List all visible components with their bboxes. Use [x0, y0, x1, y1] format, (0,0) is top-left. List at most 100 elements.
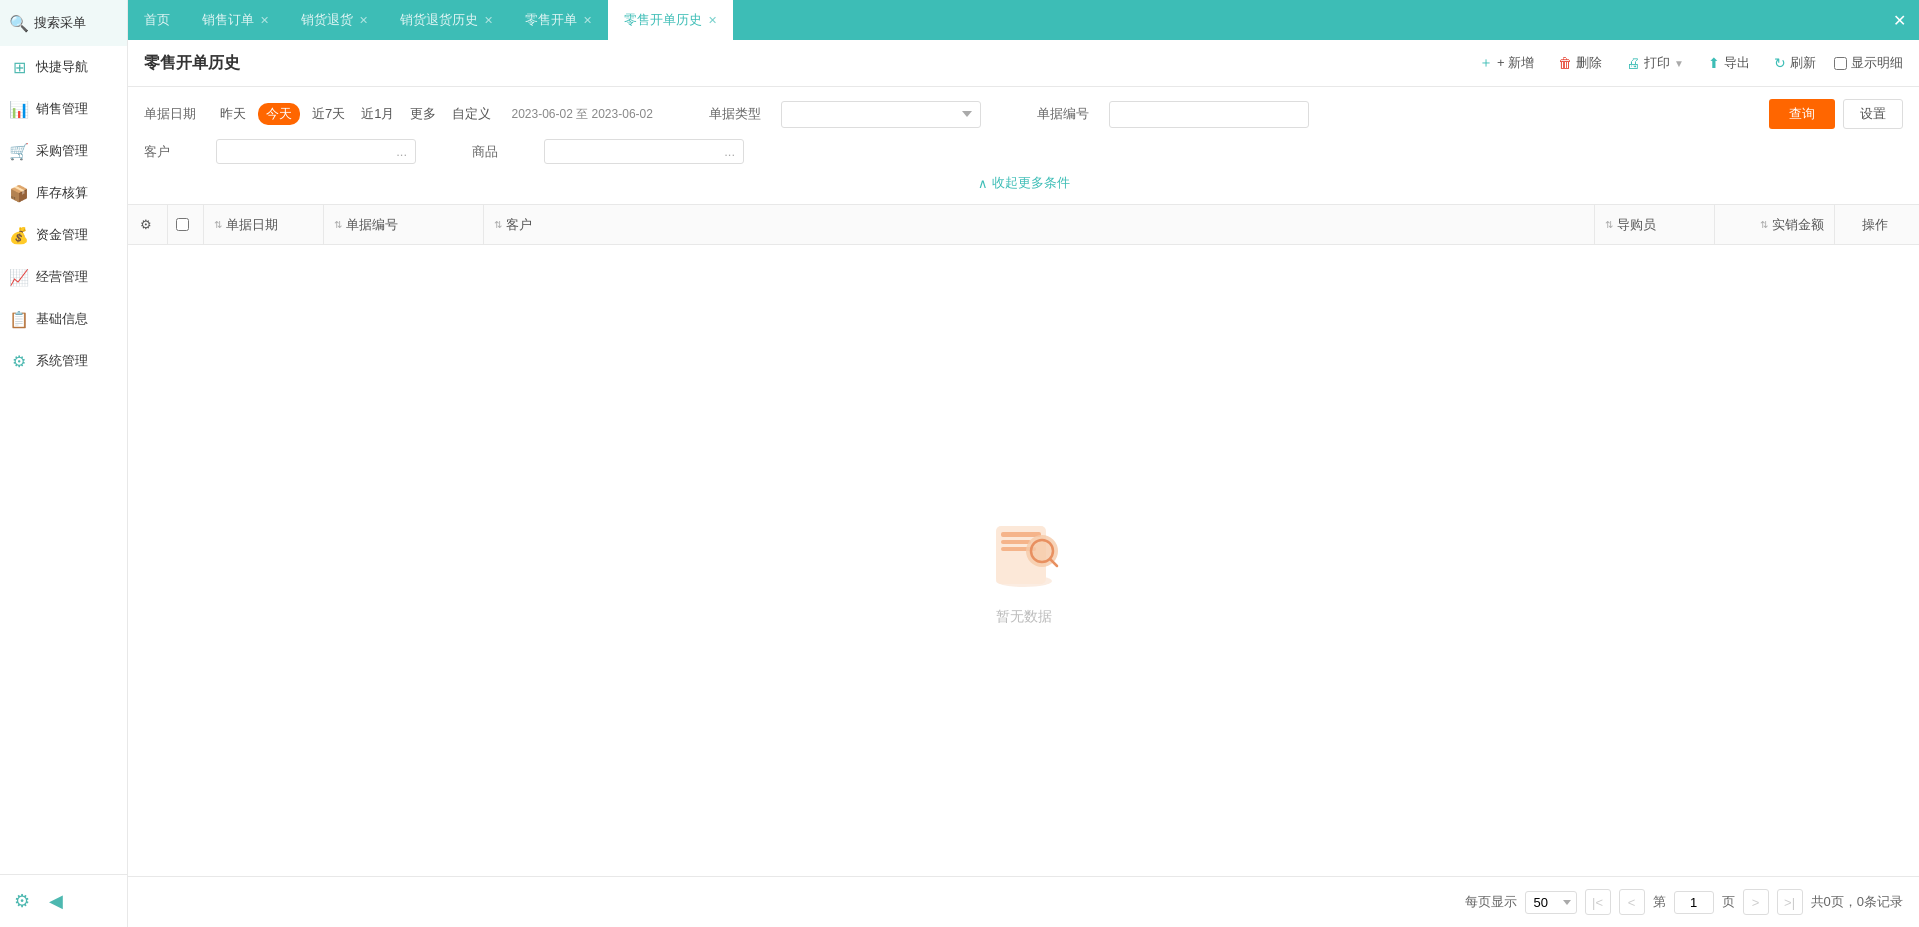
collapse-icon: ∧	[978, 176, 988, 191]
sort-date-icon[interactable]: ⇅	[214, 219, 222, 230]
sidebar-item-purchase-mgmt[interactable]: 🛒 采购管理	[0, 130, 127, 172]
empty-state: 暂无数据	[128, 245, 1919, 876]
last-page-button[interactable]: >|	[1777, 889, 1803, 915]
sidebar-item-basic-info[interactable]: 📋 基础信息	[0, 298, 127, 340]
prev-page-button[interactable]: <	[1619, 889, 1645, 915]
per-page-select[interactable]: 20 50 100 200	[1525, 891, 1577, 914]
date-opt-yesterday[interactable]: 昨天	[216, 103, 250, 125]
tab-sales-return-history-close[interactable]: ✕	[484, 14, 493, 27]
date-opt-1month[interactable]: 近1月	[357, 103, 398, 125]
sidebar-item-system-mgmt[interactable]: ⚙ 系统管理	[0, 340, 127, 382]
customer-filter-dots[interactable]: ...	[396, 144, 407, 159]
no-filter-input[interactable]	[1109, 101, 1309, 128]
sidebar-search[interactable]: 🔍 搜索采单	[0, 0, 127, 46]
sales-mgmt-icon: 📊	[10, 100, 28, 118]
tab-sales-return-close[interactable]: ✕	[359, 14, 368, 27]
customer-filter-label: 客户	[144, 143, 200, 161]
print-button[interactable]: 🖨 打印 ▼	[1620, 50, 1690, 76]
sidebar-bottom: ⚙ ◀	[0, 874, 127, 927]
goods-filter-dots[interactable]: ...	[724, 144, 735, 159]
sidebar-item-sales-mgmt[interactable]: 📊 销售管理	[0, 88, 127, 130]
svg-rect-2	[1001, 532, 1041, 537]
tab-retail-open-history-close[interactable]: ✕	[708, 14, 717, 27]
tab-sales-return-history[interactable]: 销货退货历史 ✕	[384, 0, 509, 40]
print-label: 打印	[1644, 54, 1670, 72]
finance-icon: 💰	[10, 226, 28, 244]
sidebar-item-label: 采购管理	[36, 142, 88, 160]
date-opt-7days[interactable]: 近7天	[308, 103, 349, 125]
sort-amount-icon[interactable]: ⇅	[1760, 219, 1768, 230]
export-button[interactable]: ⬆ 导出	[1702, 50, 1756, 76]
sidebar-search-label: 搜索采单	[34, 14, 86, 32]
collapse-filter-bar[interactable]: ∧ 收起更多条件	[144, 174, 1903, 192]
date-opt-custom[interactable]: 自定义	[448, 103, 495, 125]
th-settings[interactable]: ⚙	[132, 205, 168, 244]
tab-home[interactable]: 首页	[128, 0, 186, 40]
export-icon: ⬆	[1708, 55, 1720, 71]
sidebar-item-quick-nav[interactable]: ⊞ 快捷导航	[0, 46, 127, 88]
collapse-sidebar-icon[interactable]: ◀	[44, 889, 68, 913]
display-detail-input[interactable]	[1834, 57, 1847, 70]
display-detail-checkbox[interactable]: 显示明细	[1834, 54, 1903, 72]
sort-customer-icon[interactable]: ⇅	[494, 219, 502, 230]
th-guide[interactable]: ⇅ 导购员	[1595, 205, 1715, 244]
type-filter-select[interactable]	[781, 101, 981, 128]
select-all-checkbox[interactable]	[176, 218, 189, 231]
page-input[interactable]	[1674, 891, 1714, 914]
window-close-button[interactable]: ✕	[1879, 0, 1919, 40]
th-guide-label: 导购员	[1617, 216, 1656, 234]
per-page-label: 每页显示	[1465, 893, 1517, 911]
svg-rect-3	[1001, 540, 1031, 544]
tab-retail-open[interactable]: 零售开单 ✕	[509, 0, 608, 40]
tab-sales-return[interactable]: 销货退货 ✕	[285, 0, 384, 40]
sort-no-icon[interactable]: ⇅	[334, 219, 342, 230]
date-opt-more[interactable]: 更多	[406, 103, 440, 125]
gear-icon: ⚙	[140, 217, 152, 232]
filter-date-options: 昨天 今天 近7天 近1月 更多 自定义	[216, 103, 495, 125]
settings-button[interactable]: 设置	[1843, 99, 1903, 129]
th-customer[interactable]: ⇅ 客户	[484, 205, 1595, 244]
empty-illustration	[974, 496, 1074, 596]
first-page-button[interactable]: |<	[1585, 889, 1611, 915]
collapse-label: 收起更多条件	[992, 174, 1070, 192]
refresh-button[interactable]: ↻ 刷新	[1768, 50, 1822, 76]
page-title: 零售开单历史	[144, 53, 240, 74]
filter-row-1: 单据日期 昨天 今天 近7天 近1月 更多 自定义 2023-06-02 至 2…	[144, 99, 1903, 129]
main-area: 首页 销售订单 ✕ 销货退货 ✕ 销货退货历史 ✕ 零售开单 ✕ 零售开单历史 …	[128, 0, 1919, 927]
tab-retail-open-history[interactable]: 零售开单历史 ✕	[608, 0, 733, 40]
tab-retail-open-close[interactable]: ✕	[583, 14, 592, 27]
settings-bottom-icon[interactable]: ⚙	[10, 889, 34, 913]
th-customer-label: 客户	[506, 216, 532, 234]
delete-button[interactable]: 🗑 删除	[1552, 50, 1608, 76]
tab-retail-open-label: 零售开单	[525, 11, 577, 29]
th-amount[interactable]: ⇅ 实销金额	[1715, 205, 1835, 244]
tab-sales-return-history-label: 销货退货历史	[400, 11, 478, 29]
th-checkbox[interactable]	[168, 205, 204, 244]
add-label: + 新增	[1497, 54, 1534, 72]
print-dropdown-icon: ▼	[1674, 58, 1684, 69]
sidebar-item-inventory[interactable]: 📦 库存核算	[0, 172, 127, 214]
sidebar-item-finance[interactable]: 💰 资金管理	[0, 214, 127, 256]
page-label: 第	[1653, 893, 1666, 911]
tab-sales-order[interactable]: 销售订单 ✕	[186, 0, 285, 40]
tab-home-label: 首页	[144, 11, 170, 29]
sidebar: 🔍 搜索采单 ⊞ 快捷导航 📊 销售管理 🛒 采购管理 📦 库存核算 💰 资金管…	[0, 0, 128, 927]
sidebar-item-label: 资金管理	[36, 226, 88, 244]
next-page-button[interactable]: >	[1743, 889, 1769, 915]
tab-sales-order-close[interactable]: ✕	[260, 14, 269, 27]
th-amount-label: 实销金额	[1772, 216, 1824, 234]
delete-label: 删除	[1576, 54, 1602, 72]
add-button[interactable]: ＋ + 新增	[1473, 50, 1540, 76]
table-area: ⚙ ⇅ 单据日期 ⇅ 单据编号 ⇅ 客户 ⇅	[128, 205, 1919, 927]
sort-guide-icon[interactable]: ⇅	[1605, 219, 1613, 230]
query-button[interactable]: 查询	[1769, 99, 1835, 129]
filter-area: 单据日期 昨天 今天 近7天 近1月 更多 自定义 2023-06-02 至 2…	[128, 87, 1919, 205]
sidebar-item-label: 快捷导航	[36, 58, 88, 76]
display-detail-label: 显示明细	[1851, 54, 1903, 72]
purchase-mgmt-icon: 🛒	[10, 142, 28, 160]
th-no[interactable]: ⇅ 单据编号	[324, 205, 484, 244]
date-opt-today[interactable]: 今天	[258, 103, 300, 125]
sidebar-item-label: 系统管理	[36, 352, 88, 370]
sidebar-item-operations[interactable]: 📈 经营管理	[0, 256, 127, 298]
th-date[interactable]: ⇅ 单据日期	[204, 205, 324, 244]
